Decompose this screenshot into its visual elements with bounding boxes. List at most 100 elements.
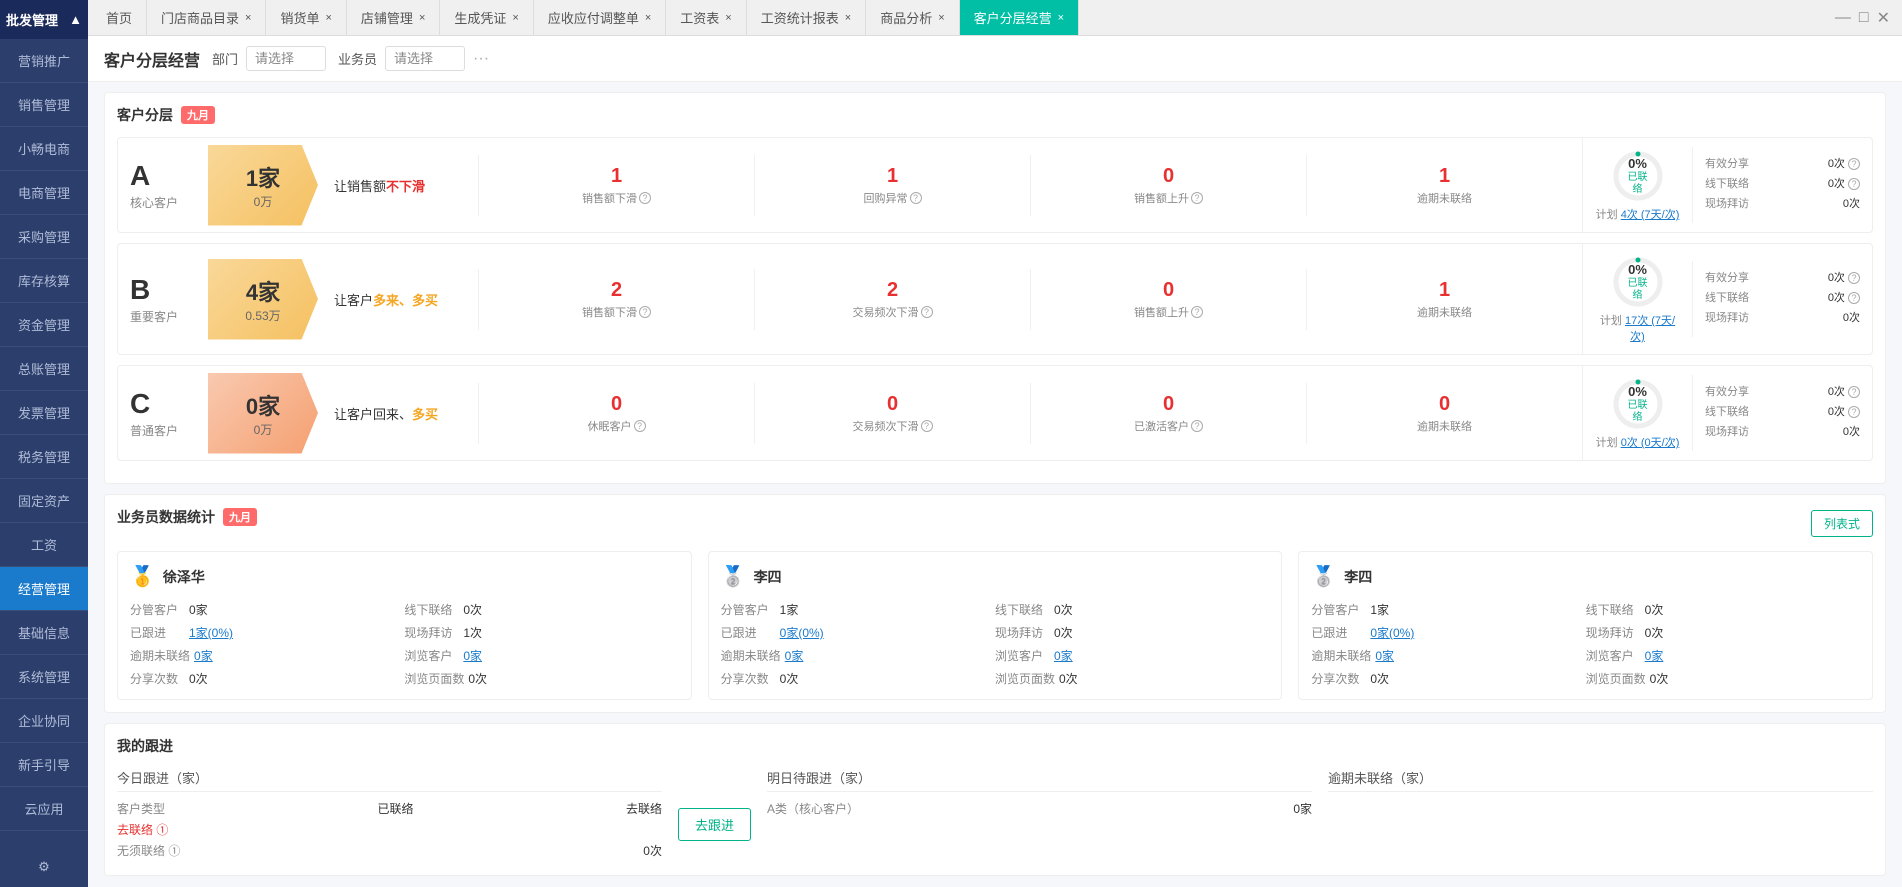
tab-客户分层经营[interactable]: 客户分层经营× bbox=[960, 0, 1079, 35]
tab-close-icon[interactable]: × bbox=[1058, 12, 1064, 24]
sidebar-item-营销推广[interactable]: 营销推广 bbox=[0, 39, 88, 83]
stat-c-2[interactable]: 0 交易频次下滑 ? bbox=[754, 383, 1030, 444]
tab-首页[interactable]: 首页 bbox=[92, 0, 147, 35]
window-close-icon[interactable]: ✕ bbox=[1877, 8, 1890, 28]
stat-a-2[interactable]: 1 回购异常 ? bbox=[754, 155, 1030, 216]
info-icon[interactable]: ? bbox=[1191, 306, 1203, 318]
follow-row: 客户类型 已联络 去联络 bbox=[117, 800, 662, 817]
staff-stat-row: 线下联络 0次 bbox=[1586, 601, 1860, 618]
sidebar-item-电商管理[interactable]: 电商管理 bbox=[0, 171, 88, 215]
tab-生成凭证[interactable]: 生成凭证× bbox=[440, 0, 533, 35]
info-icon[interactable]: ? bbox=[921, 420, 933, 432]
sidebar-item-经营管理[interactable]: 经营管理 bbox=[0, 567, 88, 611]
info-icon[interactable]: ? bbox=[639, 306, 651, 318]
sidebar-item-工资[interactable]: 工资 bbox=[0, 523, 88, 567]
tab-店铺管理[interactable]: 店铺管理× bbox=[347, 0, 440, 35]
sidebar-item-企业协同[interactable]: 企业协同 bbox=[0, 699, 88, 743]
tab-门店商品目录[interactable]: 门店商品目录× bbox=[147, 0, 266, 35]
staff-card-2: 🥈 李四 分管客户 1家 线下联络 0次 已跟进 bbox=[708, 551, 1283, 700]
staff-select[interactable]: 请选择 bbox=[385, 46, 465, 71]
info-icon[interactable]: ? bbox=[1191, 420, 1203, 432]
plan-link-c[interactable]: 0次 (0天/次) bbox=[1621, 437, 1680, 449]
info-icon[interactable]: ? bbox=[634, 420, 646, 432]
staff-header-3: 🥈 李四 bbox=[1311, 564, 1860, 589]
tab-应收应付调整单[interactable]: 应收应付调整单× bbox=[534, 0, 666, 35]
tab-工资表[interactable]: 工资表× bbox=[666, 0, 746, 35]
tab-close-icon[interactable]: × bbox=[419, 12, 425, 24]
goto-followup-button[interactable]: 去跟进 bbox=[678, 808, 751, 841]
sidebar-item-销售管理[interactable]: 销售管理 bbox=[0, 83, 88, 127]
sidebar-top[interactable]: 批发管理 ▲ bbox=[0, 0, 88, 39]
follow-tomorrow-label: 明日待跟进（家） bbox=[767, 768, 1312, 792]
staff-stat-row: 浏览页面数 0次 bbox=[995, 670, 1269, 687]
follow-row: 去联络 ① bbox=[117, 821, 662, 838]
tab-close-icon[interactable]: × bbox=[245, 12, 251, 24]
sidebar-item-总账管理[interactable]: 总账管理 bbox=[0, 347, 88, 391]
stat-c-3[interactable]: 0 已激活客户 ? bbox=[1030, 383, 1306, 444]
tab-close-icon[interactable]: × bbox=[645, 12, 651, 24]
tier-b-slogan: 让客户多来、多买 bbox=[318, 282, 478, 317]
tab-工资统计报表[interactable]: 工资统计报表× bbox=[747, 0, 866, 35]
staff-stat-row: 分管客户 0家 bbox=[130, 601, 404, 618]
stat-a-4[interactable]: 1 逾期未联络 bbox=[1306, 155, 1582, 216]
staff-stats-3: 分管客户 1家 线下联络 0次 已跟进 0家(0%) 现场拜访 bbox=[1311, 601, 1860, 687]
tab-商品分析[interactable]: 商品分析× bbox=[866, 0, 959, 35]
list-view-button[interactable]: 列表式 bbox=[1811, 510, 1873, 537]
sidebar-collapse-icon[interactable]: ▲ bbox=[69, 12, 82, 27]
plan-link-a[interactable]: 4次 (7天/次) bbox=[1621, 209, 1680, 221]
sidebar-item-云应用[interactable]: 云应用 bbox=[0, 787, 88, 831]
info-icon[interactable]: ? bbox=[639, 192, 651, 204]
sidebar-item-系统管理[interactable]: 系统管理 bbox=[0, 655, 88, 699]
info-icon[interactable]: ? bbox=[910, 192, 922, 204]
sidebar-item-小畅电商[interactable]: 小畅电商 bbox=[0, 127, 88, 171]
customer-section: 客户分层 九月 A 核心客户 1家 0万 让销售额不下滑 1 销售额下滑 ? bbox=[104, 92, 1886, 484]
sidebar-item-资金管理[interactable]: 资金管理 bbox=[0, 303, 88, 347]
tier-b-count[interactable]: 4家 0.53万 bbox=[208, 259, 318, 340]
staff-label: 业务员 bbox=[338, 49, 377, 68]
tier-c-slogan: 让客户回来、多买 bbox=[318, 396, 478, 431]
dept-select[interactable]: 请选择 bbox=[246, 46, 326, 71]
tier-a-right-stats: 有效分享0次 ? 线下联络0次 ? 现场拜访0次 bbox=[1692, 147, 1872, 223]
window-restore-icon[interactable]: □ bbox=[1859, 9, 1869, 27]
stat-a-3[interactable]: 0 销售额上升 ? bbox=[1030, 155, 1306, 216]
stat-c-4[interactable]: 0 逾期未联络 bbox=[1306, 383, 1582, 444]
sidebar-settings[interactable]: ⚙ bbox=[0, 847, 88, 887]
staff-month-badge: 九月 bbox=[223, 508, 257, 526]
sidebar-item-新手引导[interactable]: 新手引导 bbox=[0, 743, 88, 787]
follow-overdue-col: 逾期未联络（家） bbox=[1328, 768, 1873, 800]
stat-a-1[interactable]: 1 销售额下滑 ? bbox=[478, 155, 754, 216]
sidebar-item-发票管理[interactable]: 发票管理 bbox=[0, 391, 88, 435]
plan-link-b[interactable]: 17次 (7天/次) bbox=[1625, 315, 1675, 343]
staff-stat-row: 线下联络 0次 bbox=[995, 601, 1269, 618]
tab-close-icon[interactable]: × bbox=[845, 12, 851, 24]
stat-b-1[interactable]: 2 销售额下滑 ? bbox=[478, 269, 754, 330]
sidebar-item-税务管理[interactable]: 税务管理 bbox=[0, 435, 88, 479]
tab-close-icon[interactable]: × bbox=[325, 12, 331, 24]
tier-a-count[interactable]: 1家 0万 bbox=[208, 145, 318, 226]
sidebar-item-采购管理[interactable]: 采购管理 bbox=[0, 215, 88, 259]
stat-b-4[interactable]: 1 逾期未联络 bbox=[1306, 269, 1582, 330]
tab-close-icon[interactable]: × bbox=[512, 12, 518, 24]
sidebar-item-固定资产[interactable]: 固定资产 bbox=[0, 479, 88, 523]
customer-section-title: 客户分层 九月 bbox=[117, 105, 1873, 125]
staff-stat-row: 逾期未联络 0家 bbox=[130, 647, 404, 664]
staff-stat-row: 逾期未联络 0家 bbox=[1311, 647, 1585, 664]
filter-more-icon[interactable]: ··· bbox=[473, 50, 489, 68]
info-icon[interactable]: ? bbox=[1191, 192, 1203, 204]
window-minimize-icon[interactable]: — bbox=[1835, 9, 1851, 27]
sidebar-item-基础信息[interactable]: 基础信息 bbox=[0, 611, 88, 655]
staff-stats-1: 分管客户 0家 线下联络 0次 已跟进 1家(0%) 现场拜访 bbox=[130, 601, 679, 687]
info-icon[interactable]: ? bbox=[921, 306, 933, 318]
sidebar-item-库存核算[interactable]: 库存核算 bbox=[0, 259, 88, 303]
sidebar: 批发管理 ▲ 营销推广销售管理小畅电商电商管理采购管理库存核算资金管理总账管理发… bbox=[0, 0, 88, 887]
tab-close-icon[interactable]: × bbox=[938, 12, 944, 24]
stat-b-2[interactable]: 2 交易频次下滑 ? bbox=[754, 269, 1030, 330]
stat-b-3[interactable]: 0 销售额上升 ? bbox=[1030, 269, 1306, 330]
staff-stat-row: 线下联络 0次 bbox=[404, 601, 678, 618]
stat-c-1[interactable]: 0 休眠客户 ? bbox=[478, 383, 754, 444]
tab-close-icon[interactable]: × bbox=[725, 12, 731, 24]
tab-销货单[interactable]: 销货单× bbox=[266, 0, 346, 35]
staff-stat-row: 已跟进 0家(0%) bbox=[721, 624, 995, 641]
dept-filter: 部门 请选择 bbox=[212, 46, 326, 71]
tier-c-count[interactable]: 0家 0万 bbox=[208, 373, 318, 454]
